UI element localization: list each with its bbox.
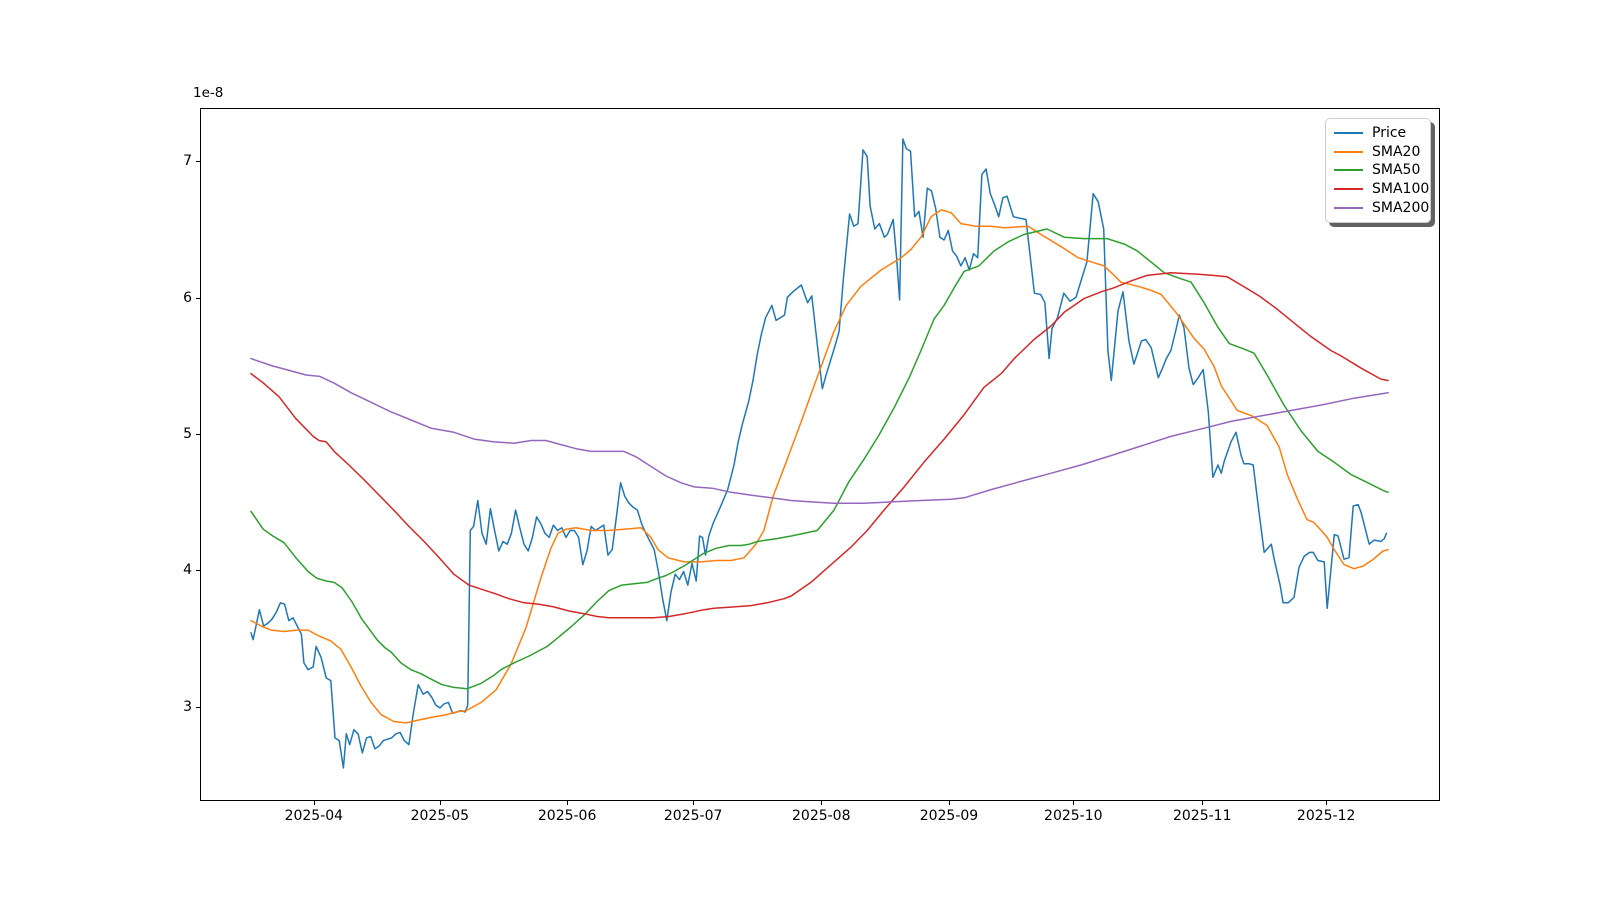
legend-label: SMA20	[1372, 143, 1421, 160]
legend-line-swatch	[1334, 169, 1363, 172]
x-tick-mark	[567, 801, 569, 805]
y-tick-mark	[196, 570, 200, 572]
y-tick-mark	[196, 706, 200, 708]
x-tick-mark	[439, 801, 441, 805]
legend-entry-price: Price	[1334, 124, 1421, 143]
series-line-sma100	[250, 271, 1389, 619]
legend-label: Price	[1372, 125, 1407, 142]
legend-label: SMA100	[1372, 181, 1430, 198]
legend-line-swatch	[1334, 132, 1363, 135]
y-tick-label: 5	[183, 426, 192, 443]
y-tick-mark	[196, 297, 200, 299]
legend-label: SMA200	[1372, 199, 1430, 216]
x-tick-label: 2025-05	[410, 808, 470, 824]
x-tick-mark	[1326, 801, 1328, 805]
x-tick-label: 2025-08	[792, 808, 851, 824]
legend-entry-sma50: SMA50	[1334, 161, 1421, 180]
x-tick-label: 2025-06	[537, 808, 597, 824]
y-tick-label: 3	[183, 698, 192, 715]
x-tick-label: 2025-11	[1172, 808, 1232, 824]
x-tick-mark	[313, 801, 315, 805]
chart-canvas	[250, 138, 1389, 769]
y-axis-offset-label: 1e-8	[193, 85, 224, 101]
legend-line-swatch	[1334, 206, 1363, 209]
legend-label: SMA50	[1372, 162, 1421, 179]
legend: Price SMA20 SMA50 SMA100 SMA200	[1325, 118, 1431, 223]
legend-entry-sma100: SMA100	[1334, 180, 1429, 199]
x-tick-mark	[1073, 801, 1075, 805]
legend-entry-sma20: SMA20	[1334, 143, 1421, 162]
chart-figure: 1e-8 2025-04 2025-05 2025-06 2025-07 2025-08…	[0, 0, 1600, 900]
x-tick-label: 2025-07	[663, 808, 723, 824]
series-line-sma50	[250, 228, 1389, 690]
y-tick-label: 7	[183, 153, 192, 170]
x-tick-mark	[693, 801, 695, 805]
legend-entry-sma200: SMA200	[1334, 198, 1429, 217]
y-tick-label: 6	[183, 289, 192, 306]
y-tick-mark	[196, 434, 200, 436]
legend-line-swatch	[1334, 188, 1363, 191]
plot-area	[200, 108, 1440, 801]
x-tick-mark	[1202, 801, 1204, 805]
x-tick-mark	[948, 801, 950, 805]
x-tick-label: 2025-09	[919, 808, 979, 824]
x-tick-label: 2025-04	[284, 808, 344, 824]
x-tick-label: 2025-12	[1296, 808, 1356, 824]
legend-line-swatch	[1334, 150, 1363, 153]
y-tick-label: 4	[183, 562, 192, 579]
x-tick-mark	[821, 801, 823, 805]
x-tick-label: 2025-10	[1044, 808, 1103, 824]
series-line-sma200	[250, 357, 1389, 504]
y-tick-mark	[196, 161, 200, 163]
